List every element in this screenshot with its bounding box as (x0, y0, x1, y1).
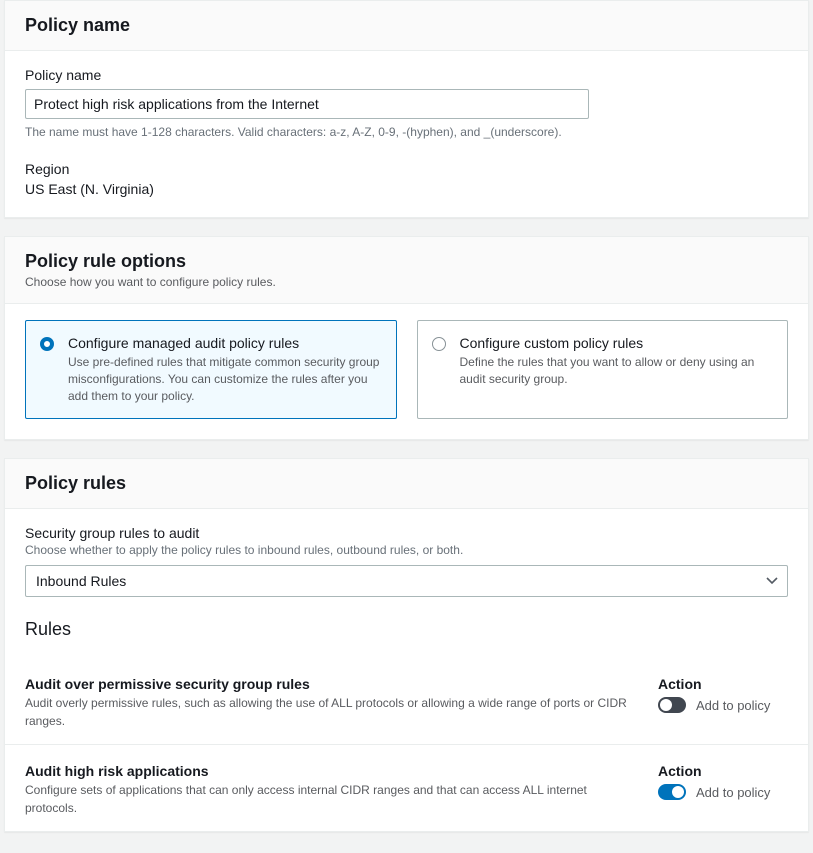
audit-select-wrap: Inbound Rules (25, 565, 788, 597)
rule-desc: Audit overly permissive rules, such as a… (25, 695, 638, 730)
add-to-policy-toggle[interactable] (658, 784, 686, 800)
radio-icon (40, 337, 54, 351)
action-control: Add to policy (658, 784, 788, 800)
policy-name-hint: The name must have 1-128 characters. Val… (25, 125, 788, 139)
action-label: Action (658, 763, 788, 779)
policy-rules-body: Security group rules to audit Choose whe… (5, 509, 808, 831)
option-desc: Define the rules that you want to allow … (460, 354, 774, 388)
option-custom-rules[interactable]: Configure custom policy rules Define the… (417, 320, 789, 419)
policy-rules-panel: Policy rules Security group rules to aud… (4, 458, 809, 832)
rule-row-over-permissive: Audit over permissive security group rul… (25, 658, 788, 744)
policy-rules-header: Policy rules (5, 459, 808, 509)
policy-rule-options-header: Policy rule options Choose how you want … (5, 237, 808, 304)
option-managed-audit[interactable]: Configure managed audit policy rules Use… (25, 320, 397, 419)
rule-name: Audit over permissive security group rul… (25, 676, 638, 692)
action-label: Action (658, 676, 788, 692)
radio-icon (432, 337, 446, 351)
rule-left: Audit high risk applications Configure s… (25, 763, 658, 817)
add-to-policy-text: Add to policy (696, 698, 770, 713)
rule-left: Audit over permissive security group rul… (25, 676, 658, 730)
action-control: Add to policy (658, 697, 788, 713)
policy-name-header: Policy name (5, 1, 808, 51)
rules-heading: Rules (25, 619, 788, 640)
policy-rule-options-body: Configure managed audit policy rules Use… (5, 304, 808, 439)
policy-name-panel: Policy name Policy name The name must ha… (4, 0, 809, 218)
policy-rules-title: Policy rules (25, 473, 788, 494)
region-block: Region US East (N. Virginia) (25, 161, 788, 197)
rule-right: Action Add to policy (658, 763, 788, 800)
audit-desc: Choose whether to apply the policy rules… (25, 543, 788, 557)
audit-label: Security group rules to audit (25, 525, 788, 541)
add-to-policy-text: Add to policy (696, 785, 770, 800)
policy-name-body: Policy name The name must have 1-128 cha… (5, 51, 808, 217)
add-to-policy-toggle[interactable] (658, 697, 686, 713)
rule-name: Audit high risk applications (25, 763, 638, 779)
policy-rule-options-title: Policy rule options (25, 251, 788, 272)
option-title: Configure managed audit policy rules (68, 335, 382, 351)
region-label: Region (25, 161, 788, 177)
option-desc: Use pre-defined rules that mitigate comm… (68, 354, 382, 404)
policy-name-field-label: Policy name (25, 67, 788, 83)
policy-name-title: Policy name (25, 15, 788, 36)
policy-rule-options-panel: Policy rule options Choose how you want … (4, 236, 809, 440)
policy-rule-options-subtitle: Choose how you want to configure policy … (25, 275, 788, 289)
rule-right: Action Add to policy (658, 676, 788, 713)
rule-row-high-risk: Audit high risk applications Configure s… (25, 745, 788, 831)
rule-desc: Configure sets of applications that can … (25, 782, 638, 817)
region-value: US East (N. Virginia) (25, 181, 788, 197)
option-row: Configure managed audit policy rules Use… (25, 320, 788, 419)
audit-select[interactable]: Inbound Rules (25, 565, 788, 597)
option-title: Configure custom policy rules (460, 335, 774, 351)
policy-name-input[interactable] (25, 89, 589, 119)
